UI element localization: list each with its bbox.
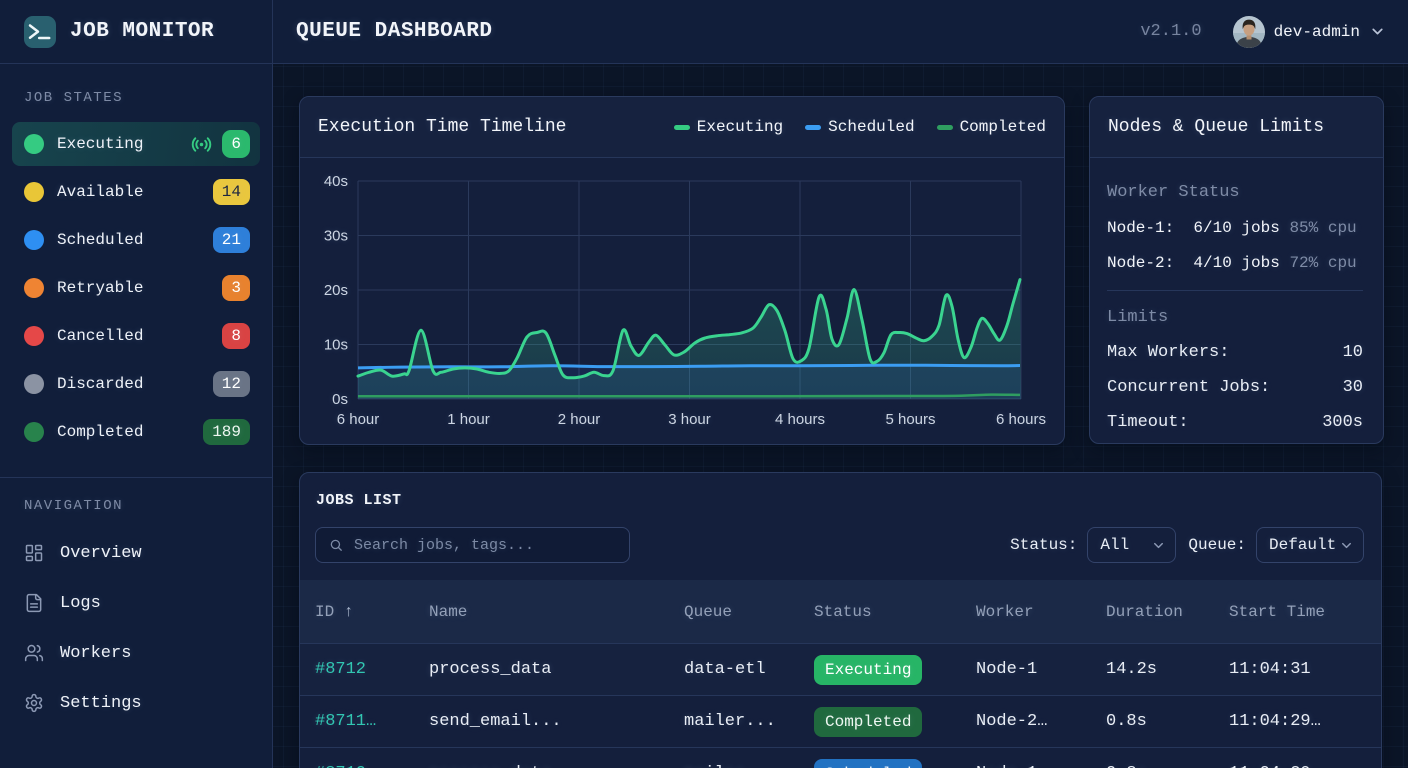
svg-text:4 hours: 4 hours (775, 411, 825, 428)
svg-text:30s: 30s (324, 228, 348, 245)
svg-text:10s: 10s (324, 337, 348, 354)
svg-text:5 hours: 5 hours (885, 411, 935, 428)
svg-text:6 hours: 6 hours (996, 411, 1046, 428)
svg-text:3 hour: 3 hour (668, 411, 711, 428)
svg-text:20s: 20s (324, 282, 348, 299)
svg-text:2 hour: 2 hour (558, 411, 601, 428)
svg-text:40s: 40s (324, 173, 348, 190)
svg-text:1 hour: 1 hour (447, 411, 490, 428)
svg-text:0s: 0s (332, 391, 348, 408)
svg-text:6 hour: 6 hour (337, 411, 380, 428)
